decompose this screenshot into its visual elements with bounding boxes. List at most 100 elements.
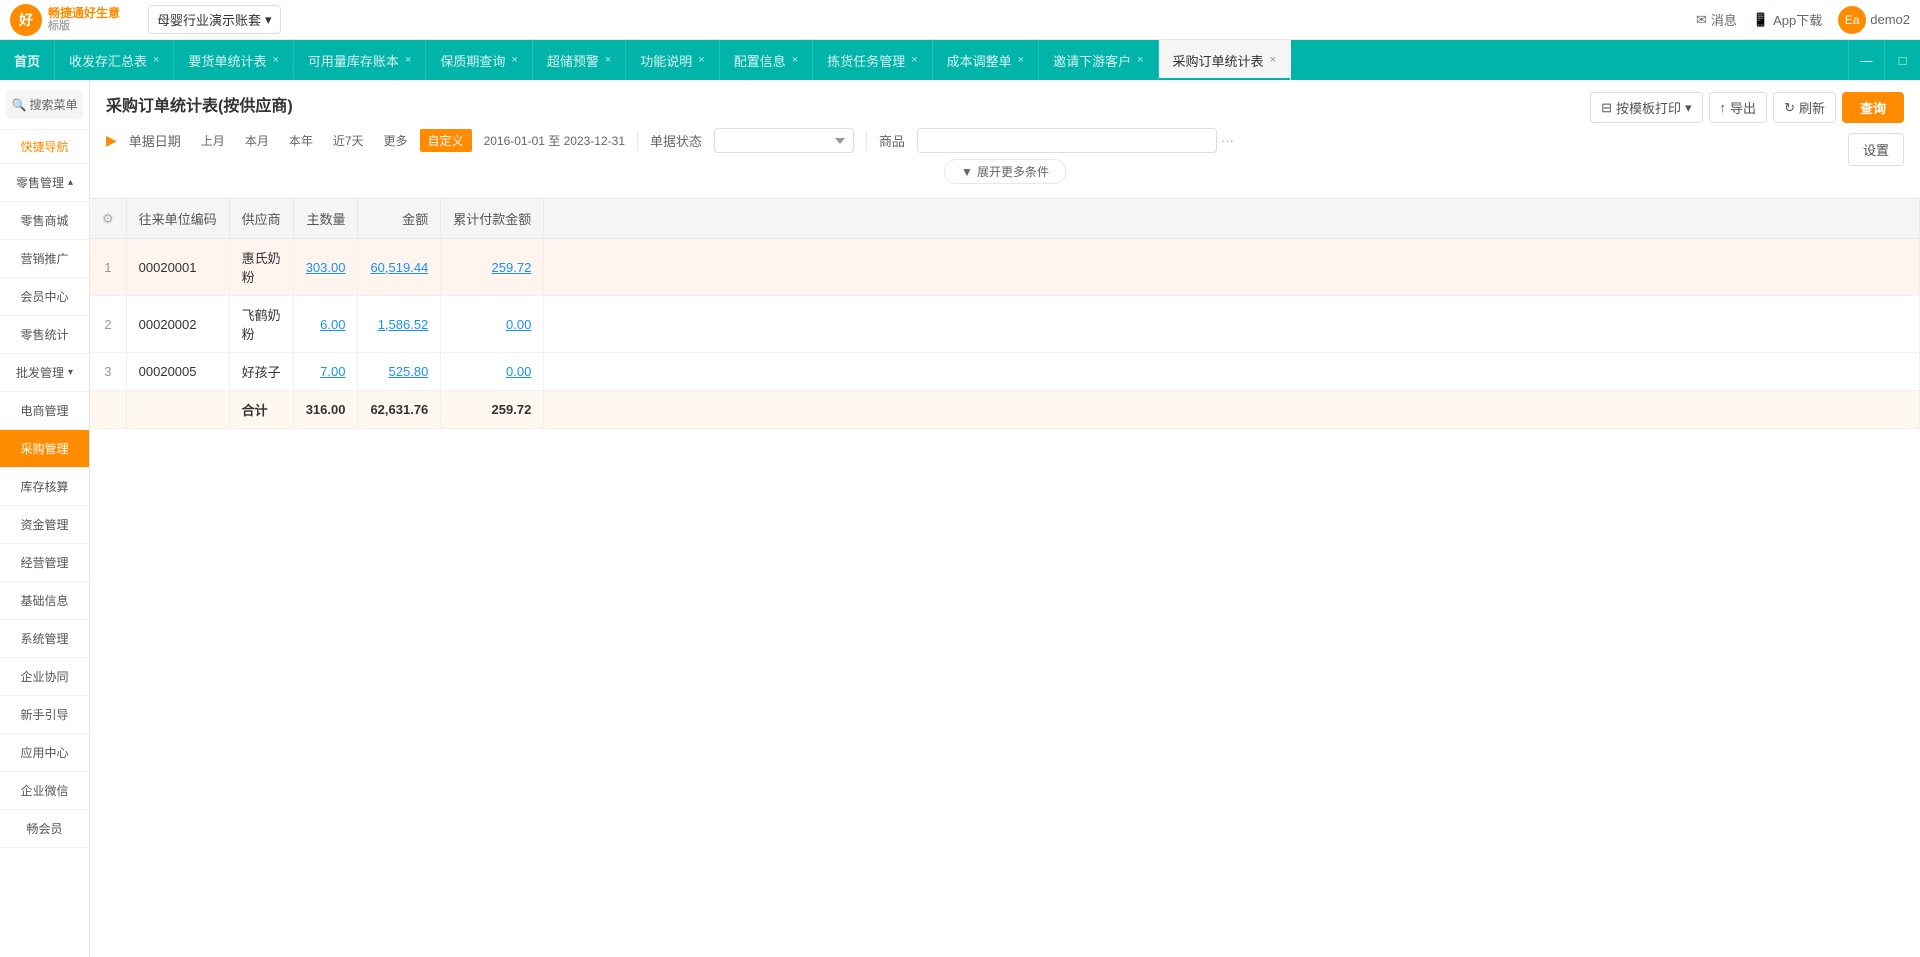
date-btn-more[interactable]: 更多 xyxy=(376,129,416,152)
footer-extra xyxy=(544,391,1920,429)
settings-button[interactable]: 设置 xyxy=(1848,133,1904,166)
tab-goods-stats[interactable]: 要货单统计表 × xyxy=(174,40,293,80)
user-profile[interactable]: Ea demo2 xyxy=(1838,6,1910,34)
date-btn-7days[interactable]: 近7天 xyxy=(325,129,372,152)
date-btn-last-month[interactable]: 上月 xyxy=(193,129,233,152)
row-2-quantity: 6.00 xyxy=(293,296,358,353)
col-quantity: 主数量 xyxy=(293,199,358,239)
date-btn-this-year[interactable]: 本年 xyxy=(281,129,321,152)
row-3-quantity-link[interactable]: 7.00 xyxy=(320,364,345,379)
row-2-amount: 1,586.52 xyxy=(358,296,441,353)
top-action-row: ⊟ 按模板打印 ▾ ↑ 导出 ↻ 刷新 查询 xyxy=(1590,92,1904,123)
sidebar-item-retail-mall[interactable]: 零售商城 xyxy=(0,202,89,240)
sidebar-item-member[interactable]: 会员中心 xyxy=(0,278,89,316)
sidebar-item-ecommerce[interactable]: 电商管理 xyxy=(0,392,89,430)
row-2-quantity-link[interactable]: 6.00 xyxy=(320,317,345,332)
row-3-amount-link[interactable]: 525.80 xyxy=(389,364,429,379)
sidebar-item-guide[interactable]: 新手引导 xyxy=(0,696,89,734)
date-btn-this-month[interactable]: 本月 xyxy=(237,129,277,152)
row-1-paid-link[interactable]: 259.72 xyxy=(492,260,532,275)
sidebar-item-retail-stats[interactable]: 零售统计 xyxy=(0,316,89,354)
sidebar-item-purchase[interactable]: 采购管理 xyxy=(0,430,89,468)
status-select[interactable] xyxy=(714,128,854,153)
nav-tabs: 首页 收发存汇总表 × 要货单统计表 × 可用量库存账本 × 保质期查询 × 超… xyxy=(0,40,1920,80)
close-tab-cost-adjust[interactable]: × xyxy=(1018,54,1024,66)
close-tab-invite-downstream[interactable]: × xyxy=(1137,54,1143,66)
sidebar-item-operation[interactable]: 经营管理 xyxy=(0,544,89,582)
top-bar: 好 畅捷通好生意 标版 母婴行业演示账套 ▾ ✉ 消息 📱 App下载 Ea d… xyxy=(0,0,1920,40)
sidebar-item-vip[interactable]: 畅会员 xyxy=(0,810,89,848)
tab-config-info[interactable]: 配置信息 × xyxy=(720,40,813,80)
date-custom-badge[interactable]: 自定义 xyxy=(420,129,472,152)
quick-nav-button[interactable]: 快捷导航 xyxy=(0,130,89,164)
row-2-code: 00020002 xyxy=(126,296,229,353)
footer-label-text: 合计 xyxy=(229,391,293,429)
row-1-amount-link[interactable]: 60,519.44 xyxy=(370,260,428,275)
search-menu-button[interactable]: 🔍 搜索菜单 xyxy=(6,90,83,119)
col-code: 往来单位编码 xyxy=(126,199,229,239)
row-3-supplier: 好孩子 xyxy=(229,353,293,391)
row-2-extra xyxy=(544,296,1920,353)
content-area: 采购订单统计表(按供应商) ▶ 单据日期 上月 本月 本年 近7天 更多 自定义… xyxy=(90,80,1920,957)
row-2-amount-link[interactable]: 1,586.52 xyxy=(378,317,429,332)
sidebar-item-basic[interactable]: 基础信息 xyxy=(0,582,89,620)
refresh-button[interactable]: ↻ 刷新 xyxy=(1773,92,1836,123)
date-quick-buttons: 上月 本月 本年 近7天 更多 自定义 xyxy=(193,129,472,152)
query-button[interactable]: 查询 xyxy=(1842,92,1904,123)
app-download-button[interactable]: 📱 App下载 xyxy=(1753,10,1822,29)
tab-expiry-query[interactable]: 保质期查询 × xyxy=(426,40,532,80)
column-settings-icon[interactable]: ⚙ xyxy=(102,211,114,226)
tab-available-stock[interactable]: 可用量库存账本 × xyxy=(294,40,426,80)
workspace-selector[interactable]: 母婴行业演示账套 ▾ xyxy=(148,5,281,34)
close-tab-func-desc[interactable]: × xyxy=(698,54,704,66)
goods-input-more-icon[interactable]: ··· xyxy=(1221,133,1234,148)
tab-func-desc[interactable]: 功能说明 × xyxy=(626,40,719,80)
col-paid: 累计付款金额 xyxy=(441,199,544,239)
close-tab-config-info[interactable]: × xyxy=(792,54,798,66)
close-tab-purchase-stats[interactable]: × xyxy=(1270,54,1276,66)
nav-maximize-button[interactable]: □ xyxy=(1884,40,1920,80)
search-icon: 🔍 xyxy=(12,98,27,112)
col-supplier: 供应商 xyxy=(229,199,293,239)
tab-home[interactable]: 首页 xyxy=(0,40,55,80)
sidebar-item-wholesale[interactable]: 批发管理 ▾ xyxy=(0,354,89,392)
tab-receive-summary[interactable]: 收发存汇总表 × xyxy=(55,40,174,80)
tab-invite-downstream[interactable]: 邀请下游客户 × xyxy=(1039,40,1158,80)
col-extra xyxy=(544,199,1920,239)
nav-minimize-button[interactable]: — xyxy=(1848,40,1884,80)
sidebar-item-marketing[interactable]: 营销推广 xyxy=(0,240,89,278)
footer-empty xyxy=(90,391,126,429)
sidebar-item-retail[interactable]: 零售管理 ▴ xyxy=(0,164,89,202)
row-1-quantity-link[interactable]: 303.00 xyxy=(306,260,346,275)
row-1-code: 00020001 xyxy=(126,239,229,296)
tab-cost-adjust[interactable]: 成本调整单 × xyxy=(933,40,1039,80)
sidebar-item-system[interactable]: 系统管理 xyxy=(0,620,89,658)
template-print-button[interactable]: ⊟ 按模板打印 ▾ xyxy=(1590,92,1702,123)
close-tab-goods-stats[interactable]: × xyxy=(272,54,278,66)
sidebar-item-stock[interactable]: 库存核算 xyxy=(0,468,89,506)
goods-input[interactable] xyxy=(917,128,1217,153)
logo-text: 畅捷通好生意 标版 xyxy=(48,6,120,34)
sidebar-search-area: 🔍 搜索菜单 xyxy=(0,80,89,130)
sidebar-item-wechat[interactable]: 企业微信 xyxy=(0,772,89,810)
tab-overstock-warning[interactable]: 超储预警 × xyxy=(533,40,626,80)
chevron-down-icon: ▾ xyxy=(265,12,272,28)
close-tab-available-stock[interactable]: × xyxy=(405,54,411,66)
close-tab-overstock-warning[interactable]: × xyxy=(605,54,611,66)
sidebar-item-app-center[interactable]: 应用中心 xyxy=(0,734,89,772)
filter-expand-arrow[interactable]: ▶ xyxy=(106,132,117,149)
row-2-paid-link[interactable]: 0.00 xyxy=(506,317,531,332)
close-tab-receive-summary[interactable]: × xyxy=(153,54,159,66)
sidebar-item-enterprise[interactable]: 企业协同 xyxy=(0,658,89,696)
export-button[interactable]: ↑ 导出 xyxy=(1709,92,1768,123)
logo-area: 好 畅捷通好生意 标版 xyxy=(10,4,120,36)
close-tab-expiry-query[interactable]: × xyxy=(511,54,517,66)
tab-pick-task[interactable]: 拣货任务管理 × xyxy=(813,40,932,80)
sidebar-item-finance[interactable]: 资金管理 xyxy=(0,506,89,544)
expand-more-button[interactable]: ▼ 展开更多条件 xyxy=(944,159,1066,184)
row-3-paid-link[interactable]: 0.00 xyxy=(506,364,531,379)
message-button[interactable]: ✉ 消息 xyxy=(1696,10,1737,29)
tab-purchase-stats[interactable]: 采购订单统计表 × xyxy=(1159,40,1291,80)
close-tab-pick-task[interactable]: × xyxy=(911,54,917,66)
footer-label xyxy=(126,391,229,429)
